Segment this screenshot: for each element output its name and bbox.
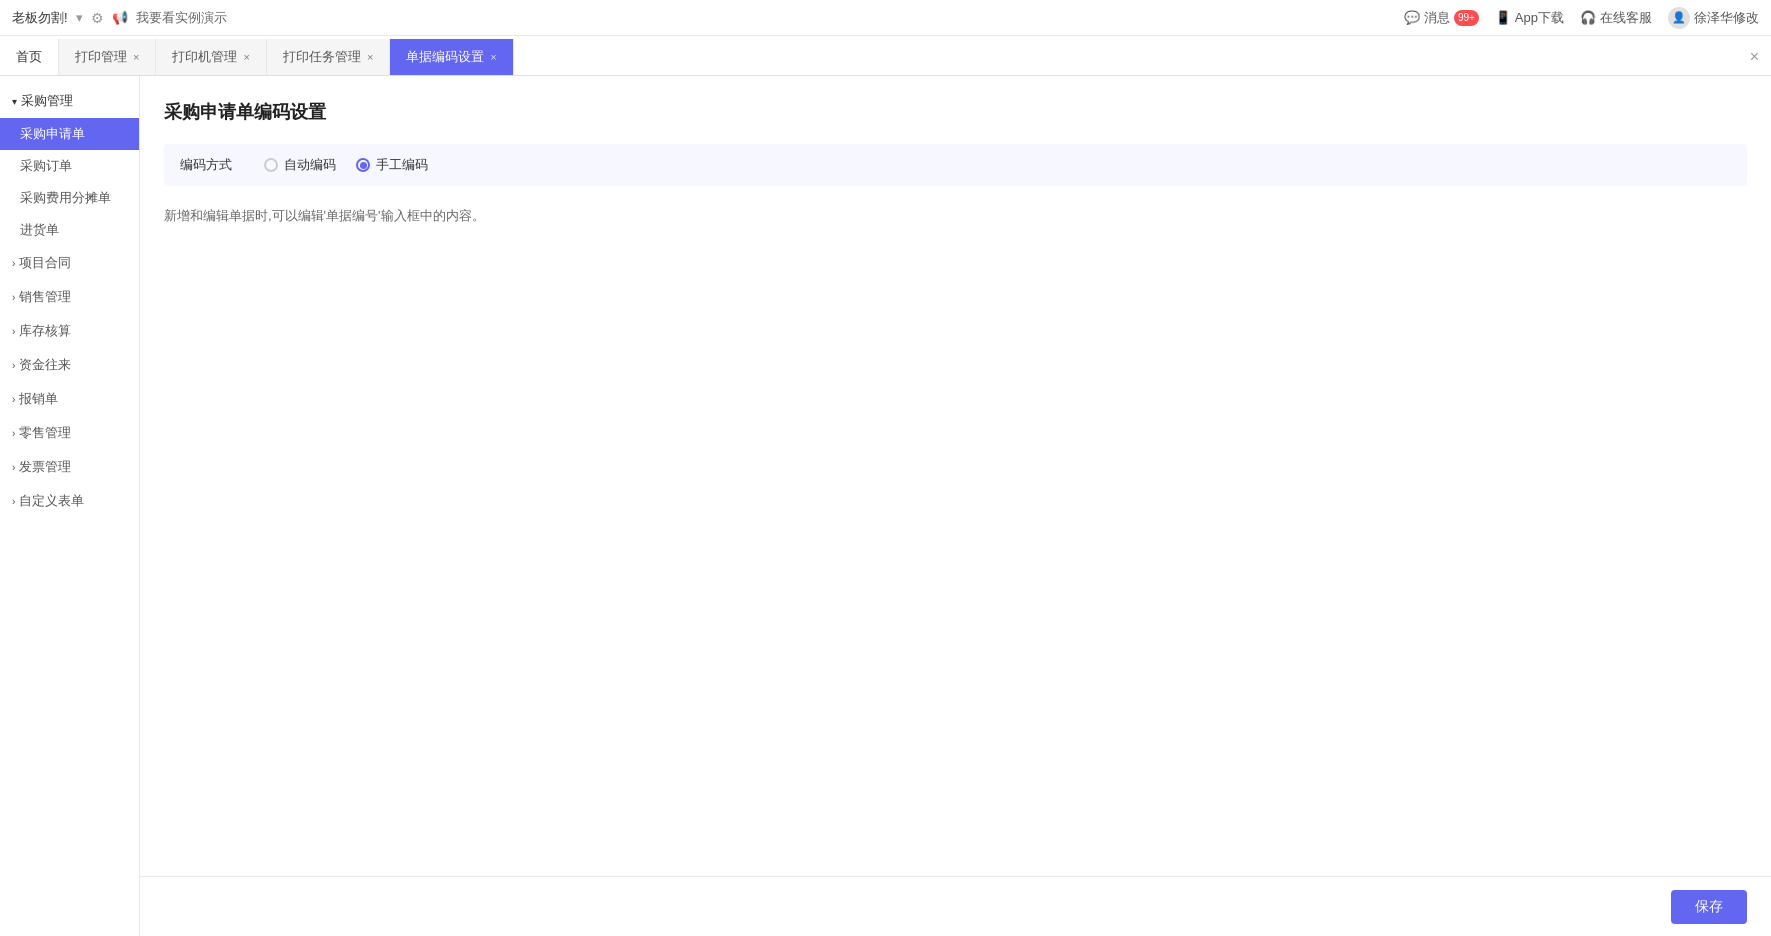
user-profile-button[interactable]: 👤 徐泽华修改 [1668,7,1759,29]
sidebar-group-project-arrow: › [12,258,15,269]
online-service-button[interactable]: 🎧 在线客服 [1580,9,1652,27]
tab-doc-code-setting-label: 单据编码设置 [406,48,484,66]
sidebar-group-sales-label: 销售管理 [19,288,71,306]
sidebar-group-project-contract[interactable]: › 项目合同 [0,246,139,280]
sidebar-group-inventory-arrow: › [12,326,15,337]
sidebar-group-sales[interactable]: › 销售管理 [0,280,139,314]
broadcast-icon: 📢 [112,10,128,25]
sidebar-item-purchase-order-label: 采购订单 [20,158,72,173]
page-title: 采购申请单编码设置 [164,100,1747,124]
sidebar-group-invoice[interactable]: › 发票管理 [0,450,139,484]
sidebar: ▾ 采购管理 采购申请单 采购订单 采购费用分摊单 进货单 › 项目合同 › 销… [0,76,140,936]
sidebar-group-custom-label: 自定义表单 [19,492,84,510]
online-service-label: 在线客服 [1600,9,1652,27]
sidebar-group-retail-arrow: › [12,428,15,439]
auto-code-radio[interactable]: 自动编码 [264,156,336,174]
message-badge: 99+ [1454,10,1479,26]
app-download-button[interactable]: 📱 App下载 [1495,9,1564,27]
auto-code-radio-circle [264,158,278,172]
manual-code-radio[interactable]: 手工编码 [356,156,428,174]
sidebar-group-expense-arrow: › [12,394,15,405]
avatar: 👤 [1668,7,1690,29]
tab-home-label: 首页 [16,48,42,66]
content-footer: 保存 [140,876,1771,936]
top-bar-right: 💬 消息 99+ 📱 App下载 🎧 在线客服 👤 徐泽华修改 [1404,7,1759,29]
encoding-row: 编码方式 自动编码 手工编码 [164,144,1747,186]
sidebar-group-project-label: 项目合同 [19,254,71,272]
sidebar-group-custom-arrow: › [12,496,15,507]
app-download-label: App下载 [1515,9,1564,27]
tab-doc-code-setting[interactable]: 单据编码设置 × [390,39,513,75]
tab-print-mgmt-close[interactable]: × [133,51,139,63]
sidebar-group-retail[interactable]: › 零售管理 [0,416,139,450]
sidebar-item-purchase-expense[interactable]: 采购费用分摊单 [0,182,139,214]
sidebar-item-incoming[interactable]: 进货单 [0,214,139,246]
sidebar-group-sales-arrow: › [12,292,15,303]
broadcast-text[interactable]: 我要看实例演示 [136,9,227,27]
sidebar-group-purchase-label: 采购管理 [21,92,73,110]
sidebar-item-purchase-request[interactable]: 采购申请单 [0,118,139,150]
sidebar-group-funds-label: 资金往来 [19,356,71,374]
phone-icon: 📱 [1495,10,1511,25]
tab-print-mgmt[interactable]: 打印管理 × [59,39,156,75]
sidebar-group-inventory-label: 库存核算 [19,322,71,340]
sidebar-group-invoice-arrow: › [12,462,15,473]
content-scroll: 采购申请单编码设置 编码方式 自动编码 手工编码 新增和编辑单据时,可以编辑'单… [140,76,1771,936]
sidebar-group-inventory[interactable]: › 库存核算 [0,314,139,348]
close-all-tabs-button[interactable]: × [1738,39,1771,75]
tab-bar: 首页 打印管理 × 打印机管理 × 打印任务管理 × 单据编码设置 × × [0,36,1771,76]
sidebar-group-custom-form[interactable]: › 自定义表单 [0,484,139,518]
user-name-label: 徐泽华修改 [1694,9,1759,27]
radio-group: 自动编码 手工编码 [264,156,428,174]
tab-print-task-mgmt-close[interactable]: × [367,51,373,63]
tab-printer-mgmt[interactable]: 打印机管理 × [156,39,266,75]
message-label: 消息 [1424,9,1450,27]
message-button[interactable]: 💬 消息 99+ [1404,9,1479,27]
hint-text: 新增和编辑单据时,可以编辑'单据编号'输入框中的内容。 [164,206,1747,227]
manual-code-label: 手工编码 [376,156,428,174]
tab-printer-mgmt-label: 打印机管理 [172,48,237,66]
sidebar-item-incoming-label: 进货单 [20,222,59,237]
sidebar-group-invoice-label: 发票管理 [19,458,71,476]
content-area: 采购申请单编码设置 编码方式 自动编码 手工编码 新增和编辑单据时,可以编辑'单… [140,76,1771,936]
sidebar-group-expense-report[interactable]: › 报销单 [0,382,139,416]
tab-print-mgmt-label: 打印管理 [75,48,127,66]
sidebar-group-purchase[interactable]: ▾ 采购管理 [0,84,139,118]
tab-home[interactable]: 首页 [0,39,59,75]
save-button[interactable]: 保存 [1671,890,1747,924]
sidebar-group-purchase-arrow: ▾ [12,96,17,107]
tab-doc-code-setting-close[interactable]: × [490,51,496,63]
sidebar-group-funds-arrow: › [12,360,15,371]
settings-icon[interactable]: ⚙ [91,10,104,26]
sidebar-group-expense-label: 报销单 [19,390,58,408]
sidebar-group-retail-label: 零售管理 [19,424,71,442]
top-bar: 老板勿割! ▾ ⚙ 📢 我要看实例演示 💬 消息 99+ 📱 App下载 🎧 在… [0,0,1771,36]
sidebar-item-purchase-request-label: 采购申请单 [20,126,85,141]
tab-print-task-mgmt[interactable]: 打印任务管理 × [267,39,390,75]
tab-printer-mgmt-close[interactable]: × [243,51,249,63]
sidebar-item-purchase-expense-label: 采购费用分摊单 [20,190,111,205]
sidebar-item-purchase-order[interactable]: 采购订单 [0,150,139,182]
main-layout: ▾ 采购管理 采购申请单 采购订单 采购费用分摊单 进货单 › 项目合同 › 销… [0,76,1771,936]
manual-code-radio-circle [356,158,370,172]
tab-print-task-mgmt-label: 打印任务管理 [283,48,361,66]
message-icon: 💬 [1404,10,1420,25]
encoding-label: 编码方式 [180,156,240,174]
system-hint-text: 老板勿割! [12,9,68,27]
sidebar-group-funds[interactable]: › 资金往来 [0,348,139,382]
headset-icon: 🎧 [1580,10,1596,25]
dropdown-icon[interactable]: ▾ [76,10,83,25]
top-bar-left: 老板勿割! ▾ ⚙ 📢 我要看实例演示 [12,9,227,27]
auto-code-label: 自动编码 [284,156,336,174]
